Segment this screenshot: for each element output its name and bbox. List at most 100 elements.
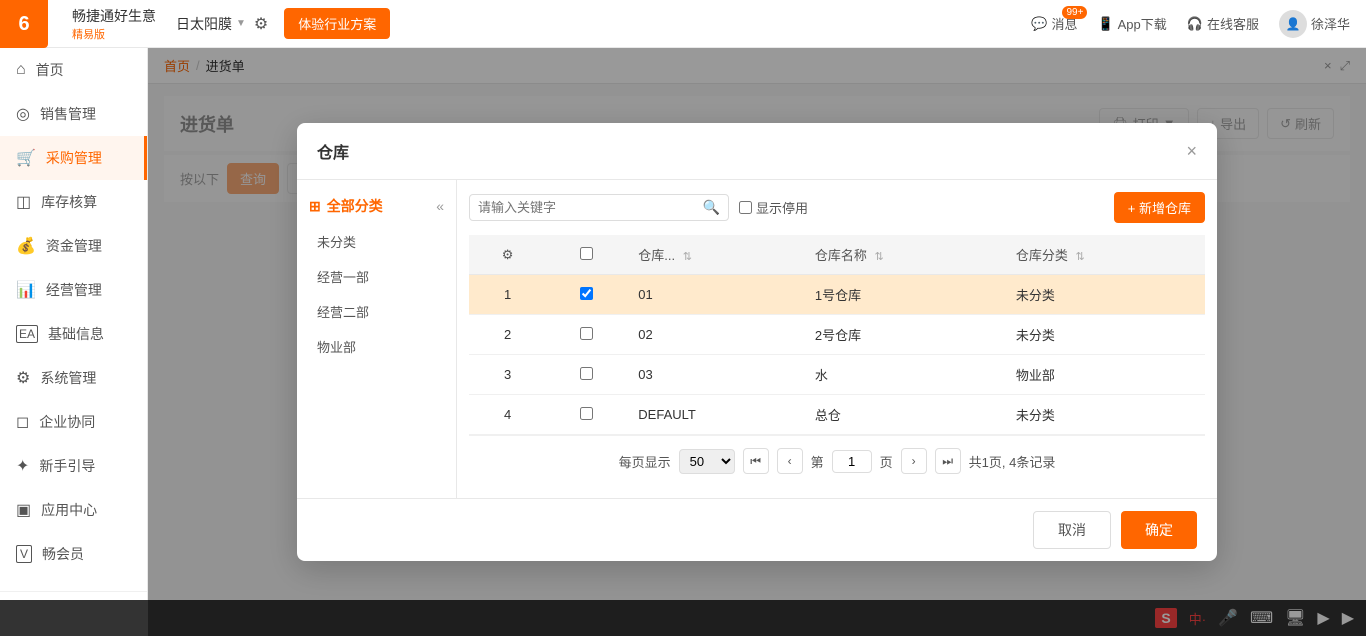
username-label: 徐泽华 [1311,14,1350,33]
sidebar-item-sales-label: 销售管理 [40,104,96,124]
online-service-label: 在线客服 [1207,14,1259,33]
next-page-button[interactable]: › [901,448,927,474]
sidebar-item-operation-label: 经营管理 [46,280,102,300]
main-layout: ⌂ 首页 ◎ 销售管理 🛒 采购管理 ◫ 库存核算 💰 资金管理 📊 经营管理 … [0,48,1366,636]
row-checkbox[interactable] [580,367,593,380]
finance-icon: 💰 [16,236,36,256]
sidebar-item-sales[interactable]: ◎ 销售管理 [0,92,147,136]
add-warehouse-button[interactable]: + 新增仓库 [1114,192,1205,223]
row-category: 未分类 [1004,275,1205,315]
inventory-icon: ◫ [16,192,31,212]
row-code: 02 [626,315,803,355]
row-name: 总仓 [803,395,1004,435]
show-disabled-checkbox[interactable] [739,201,752,214]
show-disabled-checkbox-label[interactable]: 显示停用 [739,198,808,217]
per-page-label: 每页显示 [619,452,671,471]
row-checkbox[interactable] [580,287,593,300]
purchase-icon: 🛒 [16,148,36,168]
select-all-checkbox[interactable] [580,247,593,260]
row-checkbox-cell [546,275,626,315]
brand-logo: 6 [0,0,48,48]
page-input[interactable] [832,450,872,473]
sidebar-item-inventory[interactable]: ◫ 库存核算 [0,180,147,224]
sidebar-item-purchase-label: 采购管理 [46,148,102,168]
sidebar-item-finance[interactable]: 💰 资金管理 [0,224,147,268]
table-row[interactable]: 2 02 2号仓库 未分类 [469,315,1205,355]
row-code: 03 [626,355,803,395]
table-row[interactable]: 4 DEFAULT 总仓 未分类 [469,395,1205,435]
collapse-icon[interactable]: « [436,198,444,214]
search-icon[interactable]: 🔍 [703,199,720,216]
modal-title: 仓库 [317,139,349,163]
app-download-label: App下载 [1118,14,1167,33]
online-service-item[interactable]: 🎧 在线客服 [1187,14,1259,33]
system-icon: ⚙ [16,368,30,388]
search-input[interactable] [478,200,703,215]
industry-solution-button[interactable]: 体验行业方案 [284,8,390,39]
company-selector[interactable]: 日太阳膜 ▼ [176,14,246,34]
col-code-header: 仓库... ⇅ [626,235,803,275]
sort-name-icon: ⇅ [875,251,884,263]
modal-footer: 取消 确定 [297,498,1217,561]
category-item-operation2[interactable]: 经营二部 [297,294,456,329]
sidebar-item-basic[interactable]: EA 基础信息 [0,312,147,356]
page-size-select[interactable]: 50 100 200 [679,449,735,474]
row-checkbox[interactable] [580,327,593,340]
row-checkbox-cell [546,355,626,395]
category-panel: ⊞ 全部分类 « 未分类 经营一部 经营二部 [297,180,457,498]
table-container: ⚙ 仓库... ⇅ [469,235,1205,435]
sidebar-item-apps[interactable]: ▣ 应用中心 [0,488,147,532]
col-settings: ⚙ [469,235,546,275]
headset-icon: 🎧 [1187,16,1203,32]
sidebar-item-basic-label: 基础信息 [48,324,104,344]
row-checkbox-cell [546,315,626,355]
chevron-down-icon: ▼ [236,18,246,29]
notification-item[interactable]: 💬 消息 99+ [1031,14,1077,33]
sidebar-item-member[interactable]: V 畅会员 [0,532,147,576]
sidebar-item-purchase[interactable]: 🛒 采购管理 [0,136,147,180]
enterprise-icon: ◻ [16,412,29,432]
table-panel: 🔍 显示停用 + 新增仓库 [457,180,1217,498]
sidebar-item-home[interactable]: ⌂ 首页 [0,48,147,92]
table-row[interactable]: 1 01 1号仓库 未分类 [469,275,1205,315]
col-category-header: 仓库分类 ⇅ [1004,235,1205,275]
sidebar-item-enterprise[interactable]: ◻ 企业协同 [0,400,147,444]
table-header-row: ⚙ 仓库... ⇅ [469,235,1205,275]
user-profile-item[interactable]: 👤 徐泽华 [1279,10,1350,38]
all-category-item[interactable]: ⊞ 全部分类 [309,196,383,216]
sidebar-item-guide[interactable]: ✦ 新手引导 [0,444,147,488]
sidebar-item-enterprise-label: 企业协同 [39,412,95,432]
guide-icon: ✦ [16,456,29,476]
first-page-button[interactable]: ⏮ [743,448,769,474]
sidebar-item-system[interactable]: ⚙ 系统管理 [0,356,147,400]
total-info: 共1页, 4条记录 [969,452,1056,471]
sort-category-icon: ⇅ [1076,251,1085,263]
sidebar-item-operation[interactable]: 📊 经营管理 [0,268,147,312]
row-checkbox[interactable] [580,407,593,420]
table-row[interactable]: 3 03 水 物业部 [469,355,1205,395]
basic-icon: EA [16,325,38,343]
search-box: 🔍 [469,194,729,221]
category-item-operation1[interactable]: 经营一部 [297,259,456,294]
company-name: 日太阳膜 [176,14,232,34]
table-settings-icon[interactable]: ⚙ [502,247,514,262]
prev-page-button[interactable]: ‹ [777,448,803,474]
cancel-button[interactable]: 取消 [1033,511,1111,549]
category-item-unclassified[interactable]: 未分类 [297,224,456,259]
confirm-button[interactable]: 确定 [1121,511,1197,549]
category-header: ⊞ 全部分类 « [297,188,456,224]
modal-header: 仓库 × [297,123,1217,180]
category-item-property[interactable]: 物业部 [297,329,456,364]
row-index: 4 [469,395,546,435]
row-checkbox-cell [546,395,626,435]
sales-icon: ◎ [16,104,30,124]
table-toolbar: 🔍 显示停用 + 新增仓库 [469,192,1205,223]
settings-icon[interactable]: ⚙ [254,14,268,34]
table-body: 1 01 1号仓库 未分类 2 [469,275,1205,435]
mobile-icon: 📱 [1097,16,1113,32]
page-label: 第 [811,452,824,471]
content-area: 首页 / 进货单 × ⤢ 进货单 🖨 打印 ▼ ↓ [148,48,1366,636]
last-page-button[interactable]: ⏭ [935,448,961,474]
modal-close-button[interactable]: × [1186,141,1197,162]
app-download-item[interactable]: 📱 App下载 [1097,14,1166,33]
